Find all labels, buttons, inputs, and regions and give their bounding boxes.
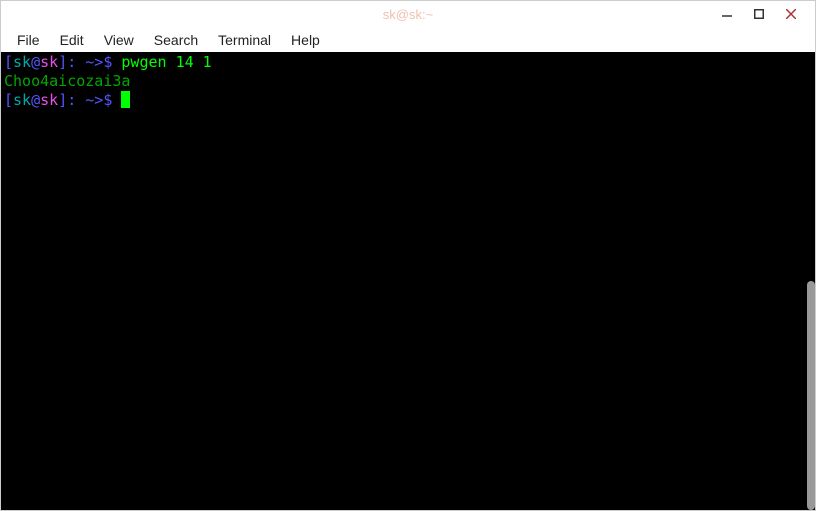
bracket-close: ]: <box>58 53 85 71</box>
scrollbar-thumb[interactable] <box>807 281 815 510</box>
menu-edit[interactable]: Edit <box>50 29 94 51</box>
scrollbar[interactable] <box>805 52 815 510</box>
prompt-path: ~> <box>85 53 103 71</box>
titlebar: sk@sk:~ <box>1 1 815 27</box>
bracket-open: [ <box>4 91 13 109</box>
prompt-at: @ <box>31 91 40 109</box>
close-icon <box>786 9 796 19</box>
prompt-at: @ <box>31 53 40 71</box>
menu-terminal[interactable]: Terminal <box>208 29 281 51</box>
bracket-close: ]: <box>58 91 85 109</box>
maximize-icon <box>754 9 764 19</box>
close-button[interactable] <box>775 2 807 26</box>
minimize-button[interactable] <box>711 2 743 26</box>
bracket-open: [ <box>4 53 13 71</box>
window-title: sk@sk:~ <box>383 7 433 22</box>
prompt-user: sk <box>13 53 31 71</box>
output-text: Choo4aicozai3a <box>4 72 130 90</box>
prompt-user: sk <box>13 91 31 109</box>
terminal-area[interactable]: [sk@sk]: ~>$ pwgen 14 1 Choo4aicozai3a [… <box>1 52 815 510</box>
window-controls <box>711 2 815 26</box>
maximize-button[interactable] <box>743 2 775 26</box>
menu-view[interactable]: View <box>94 29 144 51</box>
command-text: pwgen 14 1 <box>121 53 211 71</box>
prompt-dollar: $ <box>103 91 121 109</box>
prompt-host: sk <box>40 53 58 71</box>
menu-file[interactable]: File <box>7 29 50 51</box>
menubar: File Edit View Search Terminal Help <box>1 27 815 52</box>
terminal-content[interactable]: [sk@sk]: ~>$ pwgen 14 1 Choo4aicozai3a [… <box>1 52 805 510</box>
minimize-icon <box>722 9 732 19</box>
prompt-dollar: $ <box>103 53 121 71</box>
menu-search[interactable]: Search <box>144 29 208 51</box>
menu-help[interactable]: Help <box>281 29 330 51</box>
prompt-host: sk <box>40 91 58 109</box>
cursor <box>121 91 130 108</box>
prompt-path: ~> <box>85 91 103 109</box>
